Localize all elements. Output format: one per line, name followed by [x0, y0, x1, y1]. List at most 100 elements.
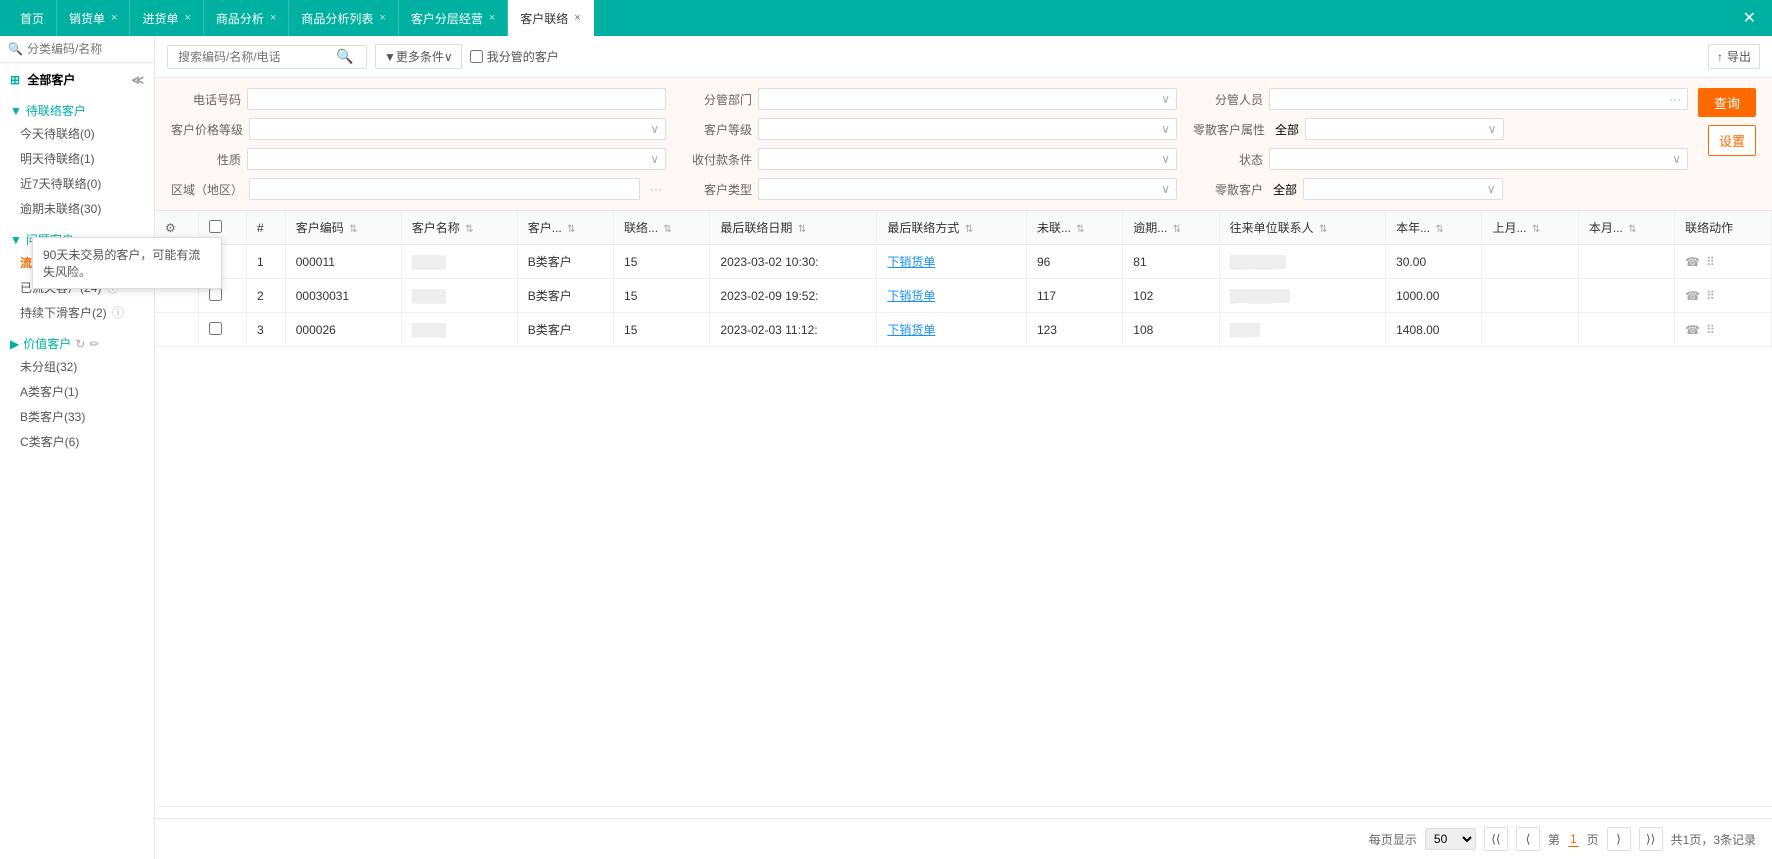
- col-this-year[interactable]: 本年... ⇅: [1386, 211, 1482, 245]
- close-analysis-list-tab[interactable]: ×: [379, 12, 385, 24]
- settings-button[interactable]: 设置: [1708, 125, 1756, 156]
- sidebar-search-input[interactable]: [27, 42, 155, 56]
- sidebar-all-customers[interactable]: ⊞ 全部客户 ≪: [0, 63, 154, 96]
- tab-customer-contact[interactable]: 客户联络 ×: [508, 0, 593, 36]
- horizontal-scrollbar[interactable]: [155, 806, 1772, 818]
- contact-icon[interactable]: ☎: [1685, 255, 1700, 269]
- sidebar-item-tomorrow[interactable]: 明天待联络(1): [0, 146, 154, 171]
- more-icon[interactable]: ⠿: [1706, 255, 1715, 269]
- tab-analysis-list[interactable]: 商品分析列表 ×: [289, 0, 398, 36]
- more-icon[interactable]: ⠿: [1706, 289, 1715, 303]
- row-contact: 15: [614, 279, 710, 313]
- customer-type-select[interactable]: ∨: [758, 178, 1177, 200]
- sidebar-item-declining[interactable]: 持续下滑客户(2) ⓘ: [0, 300, 154, 325]
- chevron-down-icon: ∨: [444, 50, 453, 64]
- contact-icon[interactable]: ☎: [1685, 289, 1700, 303]
- col-last-date[interactable]: 最后联络日期 ⇅: [710, 211, 877, 245]
- row-last-contact-method[interactable]: 下销货单: [877, 279, 1027, 313]
- data-table-wrap: ⚙ # 客户编码 ⇅ 客户名称 ⇅: [155, 211, 1772, 806]
- col-code[interactable]: 客户编码 ⇅: [285, 211, 401, 245]
- sidebar-item-b-class[interactable]: B类客户(33): [0, 404, 154, 429]
- close-sales-tab[interactable]: ×: [111, 12, 117, 24]
- sidebar-group-value[interactable]: ▶ 价值客户 ↻ ✏: [0, 329, 154, 354]
- my-customers-checkbox[interactable]: [470, 50, 483, 63]
- region-input[interactable]: [249, 178, 640, 200]
- sidebar-item-c-class[interactable]: C类客户(6): [0, 429, 154, 454]
- customer-tier-select[interactable]: ∨: [758, 118, 1177, 140]
- zero-retail-attr-select[interactable]: ∨: [1305, 118, 1503, 140]
- row-code: 000026: [285, 313, 401, 347]
- col-overdue[interactable]: 逾期... ⇅: [1123, 211, 1219, 245]
- filter-search-button[interactable]: 🔍: [336, 48, 353, 65]
- col-type[interactable]: 客户... ⇅: [517, 211, 613, 245]
- refresh-icon[interactable]: ↻: [75, 337, 85, 351]
- zero-retail-select[interactable]: ∨: [1303, 178, 1502, 200]
- row-this-month: [1578, 279, 1674, 313]
- col-this-month[interactable]: 本月... ⇅: [1578, 211, 1674, 245]
- close-customer-contact-tab[interactable]: ×: [574, 12, 580, 24]
- arrow-down-icon: ▼: [10, 104, 22, 118]
- more-conditions-button[interactable]: ▼ 更多条件 ∨: [375, 44, 462, 69]
- row-action[interactable]: ☎ ⠿: [1675, 279, 1772, 313]
- row-action[interactable]: ☎ ⠿: [1675, 313, 1772, 347]
- tab-customer-tier[interactable]: 客户分层经营 ×: [399, 0, 508, 36]
- payment-select[interactable]: ∨: [758, 148, 1177, 170]
- person-select[interactable]: ···: [1269, 88, 1688, 110]
- last-page-button[interactable]: ⟩⟩: [1639, 827, 1663, 851]
- sidebar-item-a-class[interactable]: A类客户(1): [0, 379, 154, 404]
- tab-sales[interactable]: 销货单 ×: [57, 0, 130, 36]
- edit-icon[interactable]: ✏: [89, 337, 99, 351]
- row-index: 2: [246, 279, 285, 313]
- nature-select[interactable]: ∨: [247, 148, 666, 170]
- dept-select[interactable]: ∨: [758, 88, 1177, 110]
- row-action[interactable]: ☎ ⠿: [1675, 245, 1772, 279]
- col-last-month[interactable]: 上月... ⇅: [1482, 211, 1578, 245]
- col-unit-contact[interactable]: 往来单位联系人 ⇅: [1219, 211, 1385, 245]
- query-button[interactable]: 查询: [1698, 88, 1756, 117]
- info-icon-2: ⓘ: [112, 306, 124, 320]
- sidebar-item-overdue[interactable]: 逾期未联络(30): [0, 196, 154, 221]
- sidebar-item-ungrouped[interactable]: 未分组(32): [0, 354, 154, 379]
- price-tier-select[interactable]: ∨: [249, 118, 666, 140]
- sort-icon-date: ⇅: [798, 224, 806, 235]
- region-ellipsis[interactable]: ···: [646, 182, 666, 196]
- first-page-button[interactable]: ⟨⟨: [1484, 827, 1508, 851]
- row-checkbox[interactable]: [209, 322, 222, 335]
- window-close-button[interactable]: ✕: [1735, 8, 1764, 28]
- row-last-contact-date: 2023-02-03 11:12:: [710, 313, 877, 347]
- status-select[interactable]: ∨: [1269, 148, 1688, 170]
- row-last-contact-method[interactable]: 下销货单: [877, 313, 1027, 347]
- row-last-contact-method[interactable]: 下销货单: [877, 245, 1027, 279]
- per-page-select[interactable]: 50 20 100: [1425, 828, 1476, 850]
- select-all-checkbox[interactable]: [209, 220, 222, 233]
- filter-search-input[interactable]: [176, 48, 336, 66]
- row-this-month: [1578, 313, 1674, 347]
- close-customer-tier-tab[interactable]: ×: [489, 12, 495, 24]
- sidebar-item-7days[interactable]: 近7天待联络(0): [0, 171, 154, 196]
- arrow-right-icon: ▶: [10, 337, 19, 351]
- close-analysis-tab[interactable]: ×: [270, 12, 276, 24]
- next-page-button[interactable]: ⟩: [1607, 827, 1631, 851]
- filter-icon: ▼: [384, 50, 396, 64]
- close-purchase-tab[interactable]: ×: [184, 12, 190, 24]
- export-button[interactable]: ↑ 导出: [1708, 44, 1760, 69]
- row-checkbox[interactable]: [209, 288, 222, 301]
- tab-purchase[interactable]: 进货单 ×: [130, 0, 203, 36]
- sidebar-collapse-icon[interactable]: ≪: [131, 73, 144, 87]
- tab-analysis[interactable]: 商品分析 ×: [204, 0, 289, 36]
- phone-input[interactable]: [247, 88, 666, 110]
- sidebar-item-today[interactable]: 今天待联络(0): [0, 121, 154, 146]
- tab-home[interactable]: 首页: [8, 0, 57, 36]
- grid-icon: ⊞: [10, 73, 20, 87]
- contact-icon[interactable]: ☎: [1685, 323, 1700, 337]
- more-icon[interactable]: ⠿: [1706, 323, 1715, 337]
- col-contact[interactable]: 联络... ⇅: [614, 211, 710, 245]
- row-code: 000011: [285, 245, 401, 279]
- row-this-month: [1578, 245, 1674, 279]
- col-name[interactable]: 客户名称 ⇅: [401, 211, 517, 245]
- col-not-contacted[interactable]: 未联... ⇅: [1026, 211, 1122, 245]
- sidebar-group-pending[interactable]: ▼ 待联络客户: [0, 96, 154, 121]
- row-checkbox-cell[interactable]: [199, 313, 247, 347]
- prev-page-button[interactable]: ⟨: [1516, 827, 1540, 851]
- col-last-method[interactable]: 最后联络方式 ⇅: [877, 211, 1027, 245]
